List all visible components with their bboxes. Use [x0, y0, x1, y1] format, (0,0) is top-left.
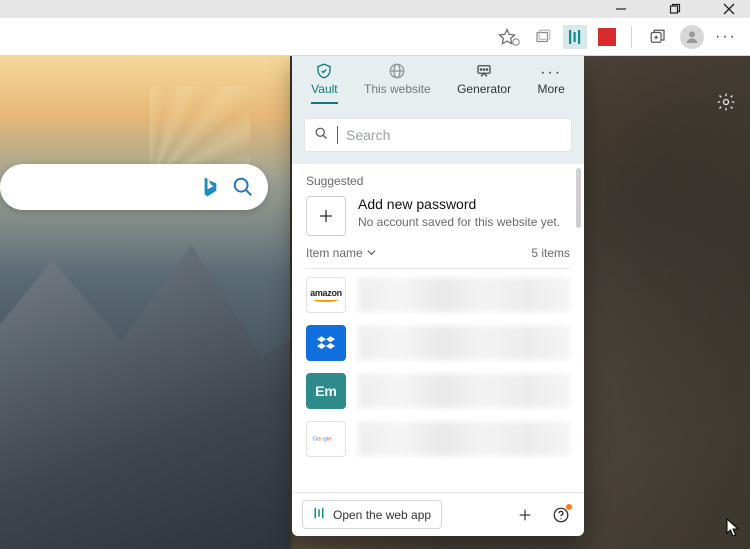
- tab-more-label: More: [537, 82, 564, 96]
- search-icon: [314, 126, 329, 144]
- collections-icon[interactable]: [644, 23, 672, 51]
- plus-icon: [306, 196, 346, 236]
- window-titlebar: [0, 0, 750, 18]
- footer-add-button[interactable]: [512, 502, 538, 528]
- window-restore-button[interactable]: [660, 3, 690, 15]
- search-icon: [232, 176, 254, 198]
- vault-item-dropbox[interactable]: [306, 319, 570, 367]
- tab-more[interactable]: ··· More: [537, 66, 564, 110]
- bing-logo-icon: [200, 176, 218, 198]
- vault-item-em[interactable]: Em: [306, 367, 570, 415]
- page-settings-icon[interactable]: [716, 92, 736, 117]
- extension-generic-icon[interactable]: [531, 25, 555, 49]
- scrollbar-thumb[interactable]: [576, 168, 581, 228]
- window-close-button[interactable]: [714, 3, 744, 15]
- mouse-cursor: [726, 518, 740, 543]
- vault-item-details-redacted: [358, 326, 570, 360]
- tab-vault-label: Vault: [311, 82, 337, 96]
- sort-button[interactable]: Item name: [306, 246, 376, 260]
- popup-search-input[interactable]: [346, 127, 562, 143]
- vault-item-details-redacted: [358, 374, 570, 408]
- extension-red-icon[interactable]: [595, 25, 619, 49]
- sort-label: Item name: [306, 246, 363, 260]
- password-manager-popup: Vault This website Generator ··· More: [292, 56, 584, 536]
- vault-item-amazon[interactable]: amazon: [306, 271, 570, 319]
- item-count-label: 5 items: [531, 246, 570, 260]
- profile-avatar[interactable]: [680, 25, 704, 49]
- popup-tab-bar: Vault This website Generator ··· More: [292, 56, 584, 110]
- more-icon: ···: [540, 66, 562, 80]
- add-new-password-row[interactable]: Add new password No account saved for th…: [306, 196, 570, 236]
- extension-dashlane-icon[interactable]: [563, 25, 587, 49]
- chevron-down-icon: [367, 246, 376, 260]
- suggested-heading: Suggested: [306, 174, 570, 188]
- text-caret: [337, 126, 338, 144]
- favorites-icon[interactable]: [495, 23, 523, 51]
- amazon-logo-icon: amazon: [306, 277, 346, 313]
- list-divider: [306, 268, 570, 269]
- popup-search-field[interactable]: [304, 118, 572, 152]
- em-logo-icon: Em: [306, 373, 346, 409]
- tab-this-website-label: This website: [364, 82, 431, 96]
- edge-new-tab-page: [0, 56, 290, 549]
- google-logo-icon: Google: [306, 421, 346, 457]
- add-password-subtitle: No account saved for this website yet.: [358, 215, 560, 229]
- dropbox-logo-icon: [306, 325, 346, 361]
- tab-this-website[interactable]: This website: [364, 62, 431, 110]
- svg-text:Google: Google: [313, 437, 331, 443]
- vault-item-details-redacted: [358, 278, 570, 312]
- open-web-app-button[interactable]: Open the web app: [302, 500, 442, 529]
- new-tab-search-box[interactable]: [0, 164, 268, 210]
- tab-vault[interactable]: Vault: [311, 62, 337, 110]
- vault-item-google[interactable]: Google: [306, 415, 570, 463]
- popup-footer: Open the web app: [292, 492, 584, 536]
- dashlane-icon: [313, 506, 325, 523]
- open-web-app-label: Open the web app: [333, 508, 431, 522]
- toolbar-divider: [631, 26, 632, 48]
- footer-help-button[interactable]: [548, 502, 574, 528]
- tab-generator[interactable]: Generator: [457, 62, 511, 110]
- browser-toolbar: ···: [0, 18, 750, 56]
- browser-menu-icon[interactable]: ···: [712, 23, 740, 51]
- vault-item-details-redacted: [358, 422, 570, 456]
- window-minimize-button[interactable]: [606, 3, 636, 15]
- add-password-title: Add new password: [358, 196, 560, 213]
- tab-generator-label: Generator: [457, 82, 511, 96]
